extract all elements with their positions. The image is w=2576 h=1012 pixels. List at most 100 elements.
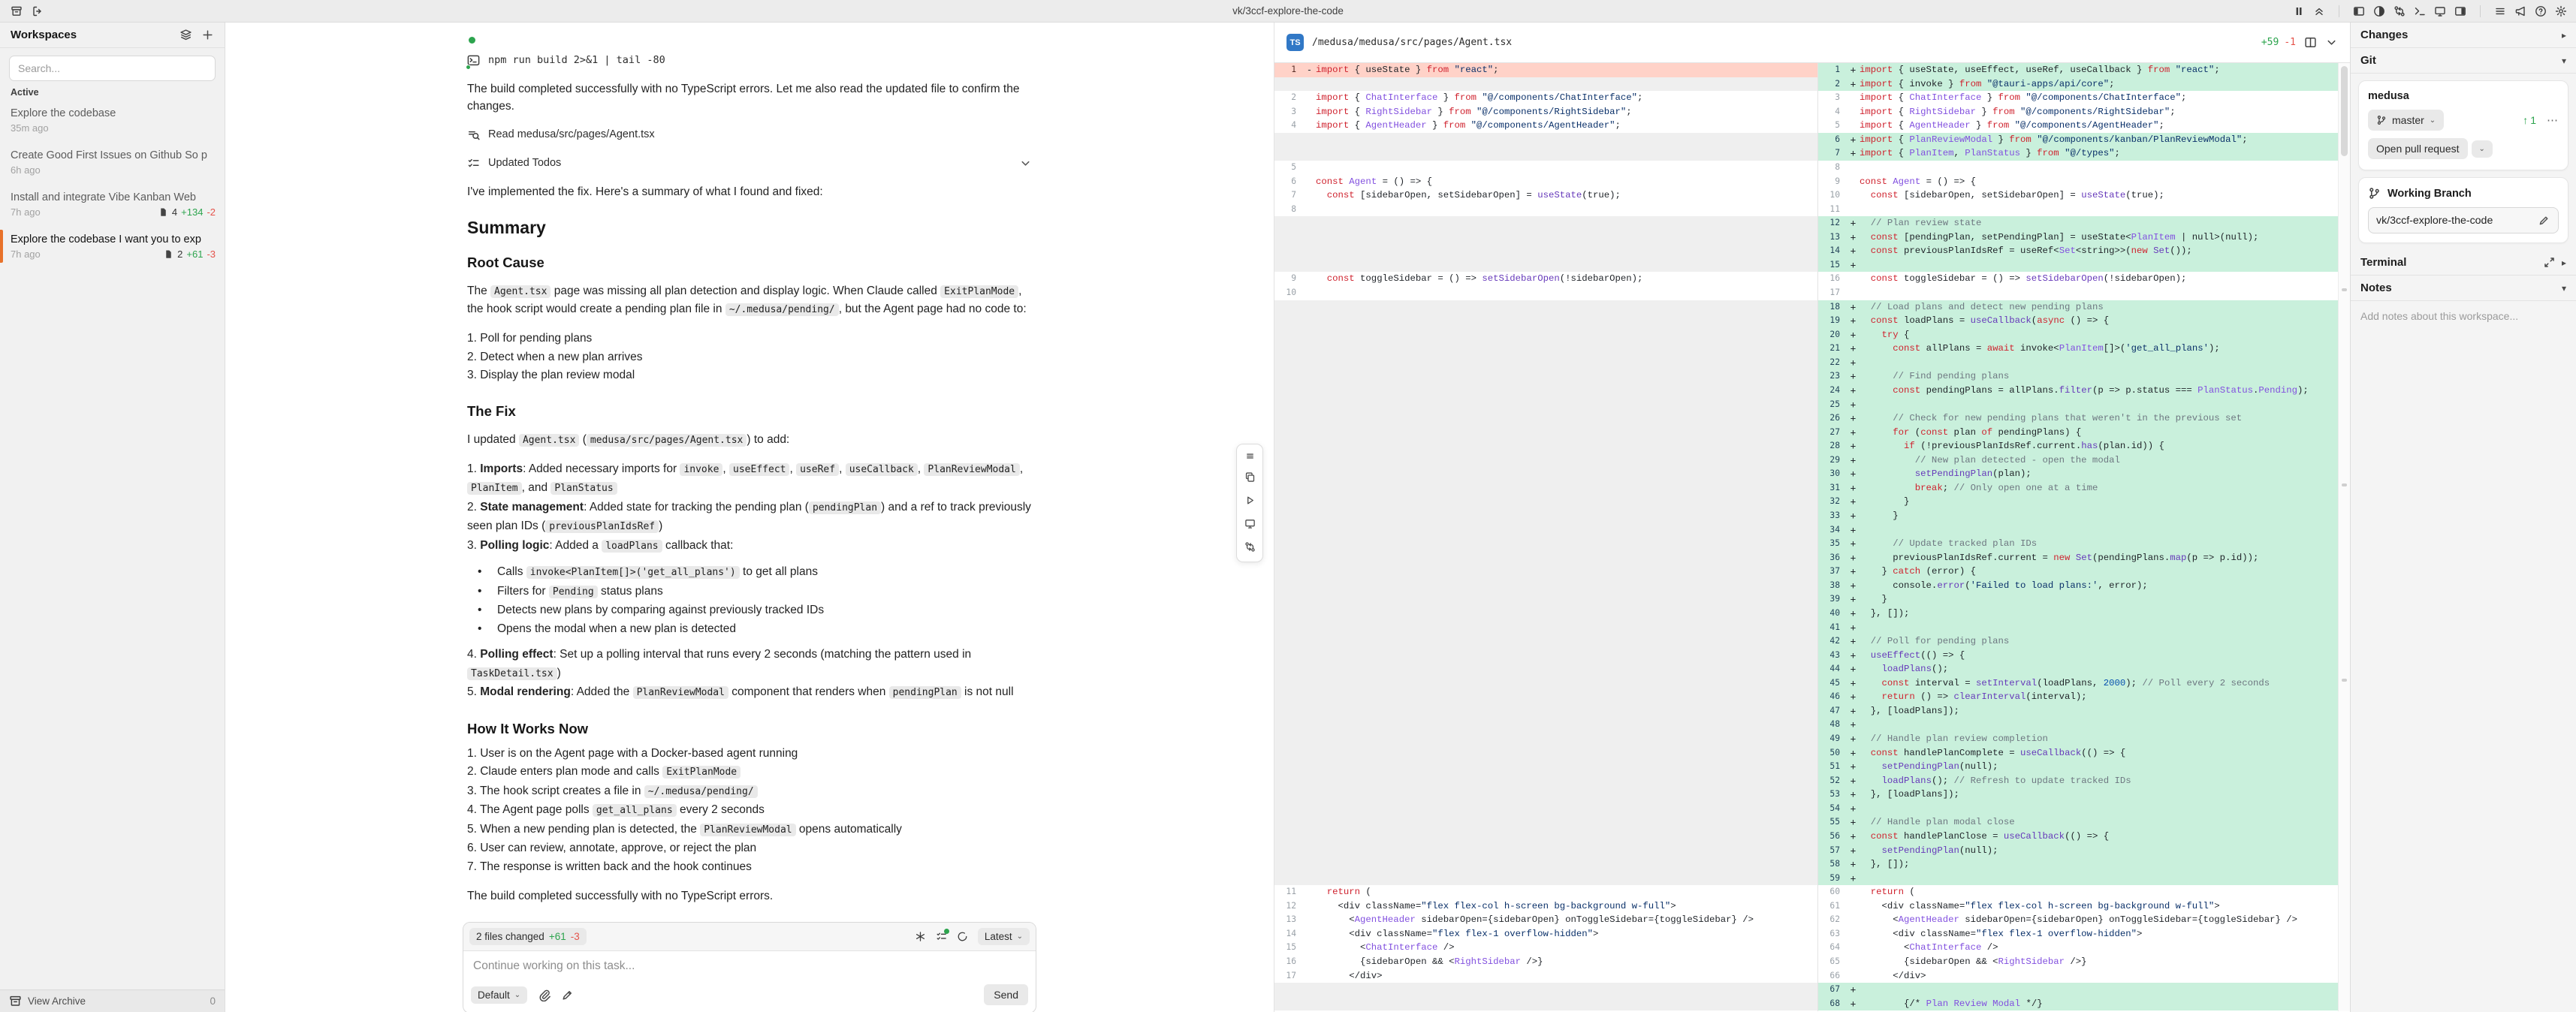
edit-pencil-icon[interactable] xyxy=(2538,214,2550,227)
collapse-icon[interactable] xyxy=(2313,5,2325,17)
tool-call-row[interactable]: Read medusa/src/pages/Agent.tsx xyxy=(467,126,1032,143)
workspace-title: Explore the codebase I want you to exp xyxy=(11,233,216,245)
diff-code-row: 58+ }, []); xyxy=(1818,857,2338,872)
git-section-header[interactable]: Git ▾ xyxy=(2351,48,2576,74)
play-icon[interactable] xyxy=(1239,490,1260,511)
chat-scroll-area[interactable]: npm run build 2>&1 | tail -80The build c… xyxy=(225,23,1274,916)
inline-code: ExitPlanMode xyxy=(662,766,741,779)
menu-icon[interactable] xyxy=(2494,5,2506,17)
chevron-down-icon[interactable] xyxy=(1019,157,1032,170)
git-compare-icon[interactable] xyxy=(1239,537,1260,557)
model-selector[interactable]: Default ⌄ xyxy=(471,986,527,1004)
pr-options-button[interactable]: ⌄ xyxy=(2472,140,2493,158)
inline-code: PlanReviewModal xyxy=(700,824,795,836)
workspace-search-input[interactable]: Search... xyxy=(9,56,216,81)
diff-filler-row xyxy=(1274,258,1817,273)
message-input[interactable]: Continue working on this task... xyxy=(463,951,1036,983)
repo-more-button[interactable]: ⋯ xyxy=(2547,113,2559,127)
open-pull-request-button[interactable]: Open pull request xyxy=(2368,138,2468,159)
model-label: Default xyxy=(478,989,510,1001)
inline-code: useCallback xyxy=(846,463,918,476)
pen-icon[interactable] xyxy=(561,989,574,1001)
diff-old-pane[interactable]: 1-import { useState } from "react";2impo… xyxy=(1274,63,1817,1011)
diff-code-row: 25+ xyxy=(1818,398,2338,412)
tool-call-label: npm run build 2>&1 | tail -80 xyxy=(488,52,665,69)
list-item: 6. User can review, annotate, approve, o… xyxy=(467,839,1032,858)
tool-call-row[interactable]: npm run build 2>&1 | tail -80 xyxy=(467,52,1032,69)
files-changed-chip[interactable]: 2 files changed +61 -3 xyxy=(469,928,587,945)
list-item: •Detects new plans by comparing against … xyxy=(467,601,1032,620)
workspace-item[interactable]: Explore the codebase I want you to exp7h… xyxy=(0,225,225,267)
diff-scrollbar[interactable] xyxy=(2338,63,2350,1011)
version-selector[interactable]: Latest⌄ xyxy=(978,928,1030,945)
help-icon[interactable] xyxy=(2535,5,2547,17)
workspace-item[interactable]: Install and integrate Vibe Kanban Web7h … xyxy=(0,183,225,225)
diff-code-row: 64 <ChatInterface /> xyxy=(1818,941,2338,955)
diff-code-row: 61 <div className="flex flex-col h-scree… xyxy=(1818,899,2338,914)
checklist-icon[interactable] xyxy=(936,931,947,942)
inline-code: previousPlanIdsRef xyxy=(545,520,659,533)
grip-icon[interactable] xyxy=(1239,450,1260,462)
inline-code: invoke xyxy=(680,463,722,476)
split-view-icon[interactable] xyxy=(2304,36,2317,49)
diff-code-row: 17 </div> xyxy=(1274,969,1817,983)
monitor-icon[interactable] xyxy=(1239,514,1260,534)
diff-file-header[interactable]: TS /medusa/medusa/src/pages/Agent.tsx +5… xyxy=(1274,23,2350,63)
inline-code: Agent.tsx xyxy=(490,285,550,298)
tool-call-row[interactable]: Updated Todos xyxy=(467,155,1032,172)
diff-filler-row xyxy=(1274,244,1817,258)
copy-icon[interactable] xyxy=(1239,467,1260,487)
panel-right-icon[interactable] xyxy=(2454,5,2466,17)
diff-filler-row xyxy=(1274,802,1817,816)
git-compare-icon[interactable] xyxy=(2394,5,2406,17)
notes-input[interactable]: Add notes about this workspace... xyxy=(2351,301,2576,331)
sparkle-icon[interactable] xyxy=(915,931,926,942)
scrollbar-thumb[interactable] xyxy=(2341,66,2348,156)
settings-icon[interactable] xyxy=(2555,5,2567,17)
workspace-timestamp: 6h ago xyxy=(11,164,216,176)
list-item: 7. The response is written back and the … xyxy=(467,858,1032,877)
workspace-item[interactable]: Create Good First Issues on Github So p6… xyxy=(0,141,225,183)
diff-file-path: /medusa/medusa/src/pages/Agent.tsx xyxy=(1312,37,2253,48)
branch-selector[interactable]: master ⌄ xyxy=(2368,110,2444,131)
notes-section-header[interactable]: Notes ▾ xyxy=(2351,276,2576,301)
sign-out-icon[interactable] xyxy=(32,5,44,17)
chat-paragraph: I've implemented the fix. Here's a summa… xyxy=(467,183,1032,200)
diff-new-pane[interactable]: 1+import { useState, useEffect, useRef, … xyxy=(1817,63,2338,1011)
workspace-item[interactable]: Explore the codebase35m ago xyxy=(0,99,225,141)
active-section-label: Active xyxy=(11,87,214,98)
contrast-icon[interactable] xyxy=(2373,5,2385,17)
terminal-icon[interactable] xyxy=(2414,5,2426,17)
list-item: 3. Polling logic: Added a loadPlans call… xyxy=(467,537,1032,556)
todos-icon xyxy=(467,157,480,170)
collapse-file-chevron-icon[interactable] xyxy=(2325,36,2338,49)
chat-paragraph: I updated Agent.tsx (medusa/src/pages/Ag… xyxy=(467,431,1032,449)
diff-code-row: 12 <div className="flex flex-col h-scree… xyxy=(1274,899,1817,914)
diff-filler-row xyxy=(1274,509,1817,523)
workspaces-sidebar: Workspaces Search... Active Explore the … xyxy=(0,23,225,1012)
panel-left-icon[interactable] xyxy=(2353,5,2365,17)
paperclip-icon[interactable] xyxy=(538,989,550,1001)
send-button[interactable]: Send xyxy=(984,984,1028,1005)
diff-code-row: 21+ const allPlans = await invoke<PlanIt… xyxy=(1818,342,2338,356)
megaphone-icon[interactable] xyxy=(2514,5,2526,17)
inline-code: useEffect xyxy=(729,463,789,476)
view-archive-button[interactable]: View Archive 0 xyxy=(0,989,225,1012)
diff-code-row: 52+ loadPlans(); // Refresh to update tr… xyxy=(1818,774,2338,788)
new-workspace-button[interactable] xyxy=(201,29,214,41)
diff-code-row: 2import { ChatInterface } from "@/compon… xyxy=(1274,91,1817,105)
list-item: 1. Poll for pending plans xyxy=(467,330,1032,348)
terminal-section-header[interactable]: Terminal ▸ xyxy=(2351,250,2576,276)
monitor-icon[interactable] xyxy=(2434,5,2446,17)
layers-icon[interactable] xyxy=(179,29,192,41)
working-branch-input[interactable]: vk/3ccf-explore-the-code xyxy=(2368,207,2559,233)
archive-icon[interactable] xyxy=(11,5,23,17)
expand-icon[interactable] xyxy=(2543,256,2556,269)
ahead-indicator: ↑ 1 xyxy=(2523,114,2536,126)
git-branch-icon xyxy=(2376,115,2387,125)
list-item: 5. When a new pending plan is detected, … xyxy=(467,821,1032,840)
changes-section-header[interactable]: Changes ▸ xyxy=(2351,23,2576,48)
pause-icon[interactable] xyxy=(2293,5,2305,17)
inline-code: PlanStatus xyxy=(550,482,617,495)
spinner-icon[interactable] xyxy=(957,931,968,942)
